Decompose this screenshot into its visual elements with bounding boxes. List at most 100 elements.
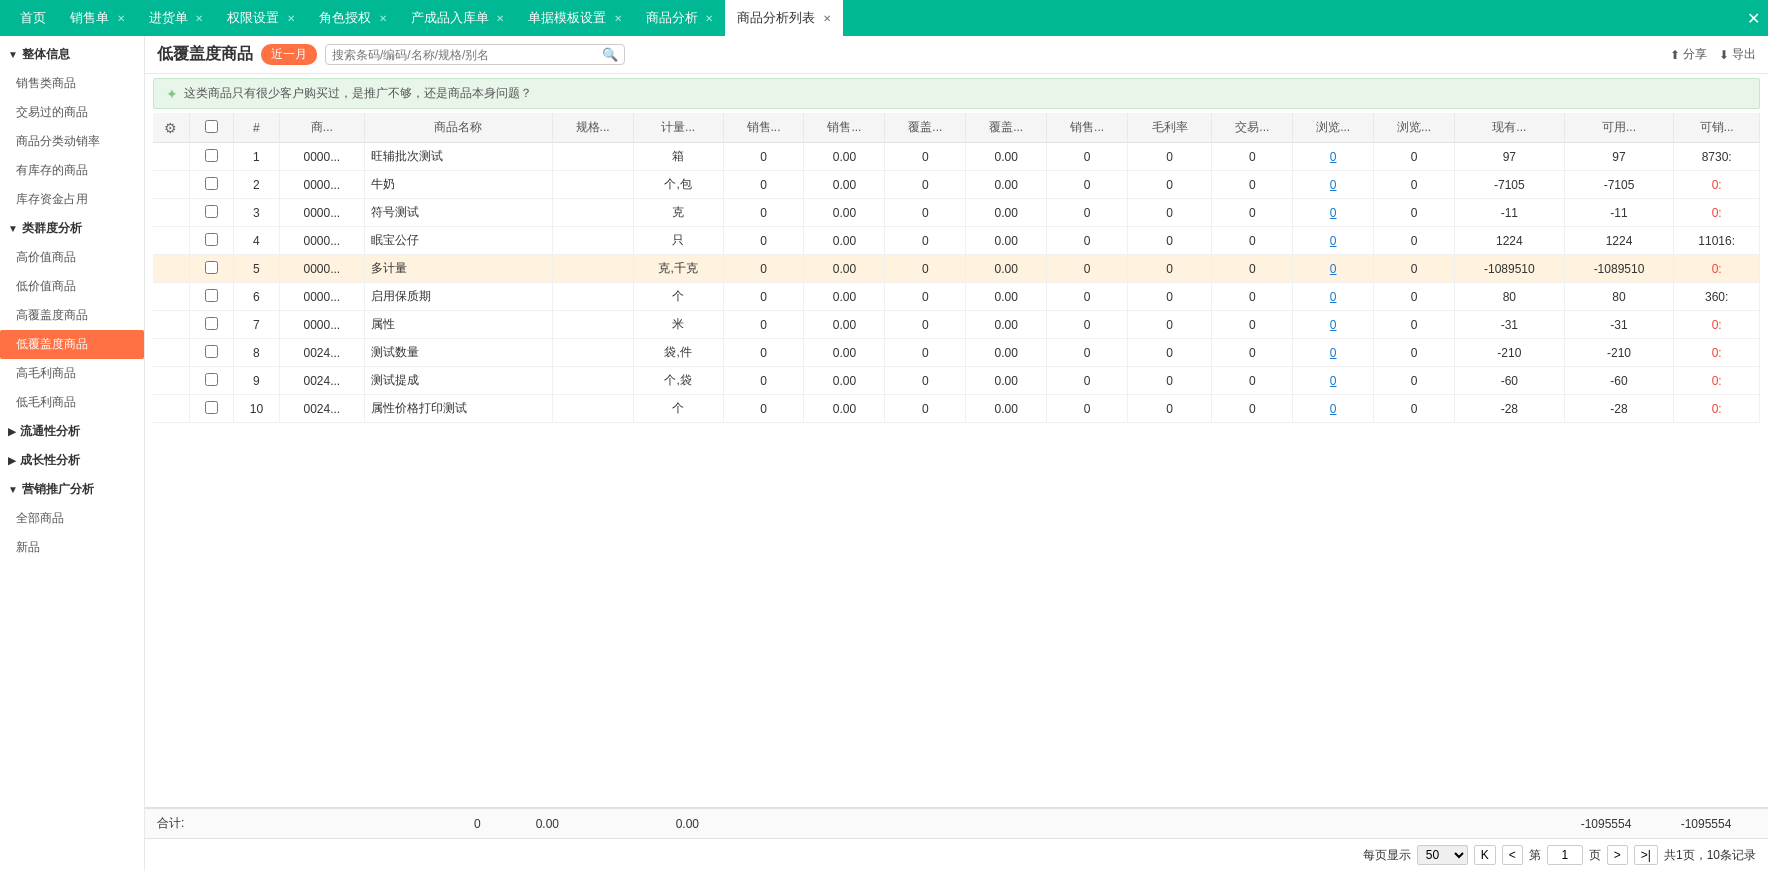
search-input[interactable] [332, 48, 602, 62]
row-checkbox[interactable] [189, 311, 234, 339]
sidebar-item-in-stock[interactable]: 有库存的商品 [0, 156, 144, 185]
nav-purchase[interactable]: 进货单 ✕ [137, 0, 216, 36]
close-template-icon[interactable]: ✕ [614, 13, 622, 24]
row-settings [153, 367, 189, 395]
sidebar-section-overview[interactable]: ▼ 整体信息 [0, 40, 144, 69]
row-gross-rate: 0 [1128, 199, 1212, 227]
last-page-button[interactable]: >| [1634, 845, 1658, 865]
row-checkbox[interactable] [189, 395, 234, 423]
browse-link[interactable]: 0 [1330, 346, 1337, 360]
close-product-in-icon[interactable]: ✕ [496, 13, 504, 24]
sidebar-item-low-gross[interactable]: 低毛利商品 [0, 388, 144, 417]
row-browse1[interactable]: 0 [1293, 171, 1374, 199]
row-browse1[interactable]: 0 [1293, 255, 1374, 283]
prev-page-button[interactable]: < [1502, 845, 1523, 865]
row-checkbox[interactable] [189, 143, 234, 171]
select-all-checkbox[interactable] [205, 120, 218, 133]
close-purchase-icon[interactable]: ✕ [195, 13, 203, 24]
browse-link[interactable]: 0 [1330, 206, 1337, 220]
page-size-select[interactable]: 20 50 100 [1417, 845, 1468, 865]
row-browse2: 0 [1374, 367, 1455, 395]
row-browse1[interactable]: 0 [1293, 339, 1374, 367]
row-coverage1: 0 [885, 199, 966, 227]
sidebar-item-high-value[interactable]: 高价值商品 [0, 243, 144, 272]
table-row: 10 0024... 属性价格打印测试 个 0 0.00 0 0.00 0 0 … [153, 395, 1760, 423]
browse-link[interactable]: 0 [1330, 234, 1337, 248]
browse-link[interactable]: 0 [1330, 150, 1337, 164]
sidebar-item-low-coverage[interactable]: 低覆盖度商品 [0, 330, 144, 359]
header-actions: ⬆ 分享 ⬇ 导出 [1670, 46, 1756, 63]
browse-link[interactable]: 0 [1330, 262, 1337, 276]
nav-home[interactable]: 首页 [8, 0, 58, 36]
row-sales-qty: 0 [723, 227, 804, 255]
row-checkbox[interactable] [189, 171, 234, 199]
nav-product-in[interactable]: 产成品入库单 ✕ [399, 0, 517, 36]
row-browse1[interactable]: 0 [1293, 199, 1374, 227]
next-page-button[interactable]: > [1607, 845, 1628, 865]
col-checkbox[interactable] [189, 113, 234, 143]
sidebar-item-stock-capital[interactable]: 库存资金占用 [0, 185, 144, 214]
sidebar-item-new-products[interactable]: 新品 [0, 533, 144, 562]
row-checkbox[interactable] [189, 367, 234, 395]
row-settings [153, 227, 189, 255]
row-checkbox[interactable] [189, 283, 234, 311]
row-browse1[interactable]: 0 [1293, 367, 1374, 395]
share-button[interactable]: ⬆ 分享 [1670, 46, 1707, 63]
sidebar-section-marketing[interactable]: ▼ 营销推广分析 [0, 475, 144, 504]
export-button[interactable]: ⬇ 导出 [1719, 46, 1756, 63]
page-size-label: 每页显示 [1363, 847, 1411, 864]
row-sales-qty: 0 [723, 339, 804, 367]
row-browse1[interactable]: 0 [1293, 227, 1374, 255]
sidebar-section-circulation[interactable]: ▶ 流通性分析 [0, 417, 144, 446]
close-sales-icon[interactable]: ✕ [117, 13, 125, 24]
nav-template[interactable]: 单据模板设置 ✕ [516, 0, 634, 36]
sidebar-item-all-products[interactable]: 全部商品 [0, 504, 144, 533]
row-browse1[interactable]: 0 [1293, 395, 1374, 423]
sidebar-item-high-gross[interactable]: 高毛利商品 [0, 359, 144, 388]
row-code: 0000... [279, 143, 365, 171]
row-checkbox[interactable] [189, 227, 234, 255]
browse-link[interactable]: 0 [1330, 290, 1337, 304]
nav-role[interactable]: 角色授权 ✕ [307, 0, 399, 36]
table-wrapper[interactable]: ⚙ # 商... 商品名称 规格... 计量... 销售... 销售... 覆盖… [145, 113, 1768, 807]
browse-link[interactable]: 0 [1330, 402, 1337, 416]
col-settings[interactable]: ⚙ [153, 113, 189, 143]
first-page-button[interactable]: K [1474, 845, 1496, 865]
sidebar-item-low-value[interactable]: 低价值商品 [0, 272, 144, 301]
nav-sales[interactable]: 销售单 ✕ [58, 0, 137, 36]
row-browse1[interactable]: 0 [1293, 311, 1374, 339]
row-sellable: 0: [1674, 311, 1760, 339]
browse-link[interactable]: 0 [1330, 374, 1337, 388]
browse-link[interactable]: 0 [1330, 178, 1337, 192]
row-settings [153, 255, 189, 283]
time-filter-button[interactable]: 近一月 [261, 44, 317, 65]
sidebar-item-traded[interactable]: 交易过的商品 [0, 98, 144, 127]
summary-available: -1095554 [1656, 817, 1756, 831]
close-list-icon[interactable]: ✕ [823, 13, 831, 24]
row-browse1[interactable]: 0 [1293, 283, 1374, 311]
nav-permission[interactable]: 权限设置 ✕ [215, 0, 307, 36]
table-row: 9 0024... 测试提成 个,袋 0 0.00 0 0.00 0 0 0 0… [153, 367, 1760, 395]
close-all-tabs[interactable]: ✕ [1747, 9, 1760, 28]
row-available: -28 [1564, 395, 1674, 423]
nav-product-analysis[interactable]: 商品分析 ✕ [634, 0, 726, 36]
row-browse1[interactable]: 0 [1293, 143, 1374, 171]
row-checkbox[interactable] [189, 255, 234, 283]
sidebar-section-cluster[interactable]: ▼ 类群度分析 [0, 214, 144, 243]
sidebar-section-growth[interactable]: ▶ 成长性分析 [0, 446, 144, 475]
sidebar-item-high-coverage[interactable]: 高覆盖度商品 [0, 301, 144, 330]
sidebar-item-sales-products[interactable]: 销售类商品 [0, 69, 144, 98]
nav-product-analysis-list[interactable]: 商品分析列表 ✕ [725, 0, 843, 36]
column-settings-button[interactable]: ⚙ [160, 120, 181, 136]
row-checkbox[interactable] [189, 339, 234, 367]
close-analysis-icon[interactable]: ✕ [705, 13, 713, 24]
close-role-icon[interactable]: ✕ [379, 13, 387, 24]
sidebar-item-category-rate[interactable]: 商品分类动销率 [0, 127, 144, 156]
row-coverage2: 0.00 [966, 199, 1047, 227]
summary-coverage2: 0.00 [652, 817, 722, 831]
row-spec [552, 339, 633, 367]
browse-link[interactable]: 0 [1330, 318, 1337, 332]
row-checkbox[interactable] [189, 199, 234, 227]
page-input[interactable] [1547, 845, 1583, 865]
close-permission-icon[interactable]: ✕ [287, 13, 295, 24]
